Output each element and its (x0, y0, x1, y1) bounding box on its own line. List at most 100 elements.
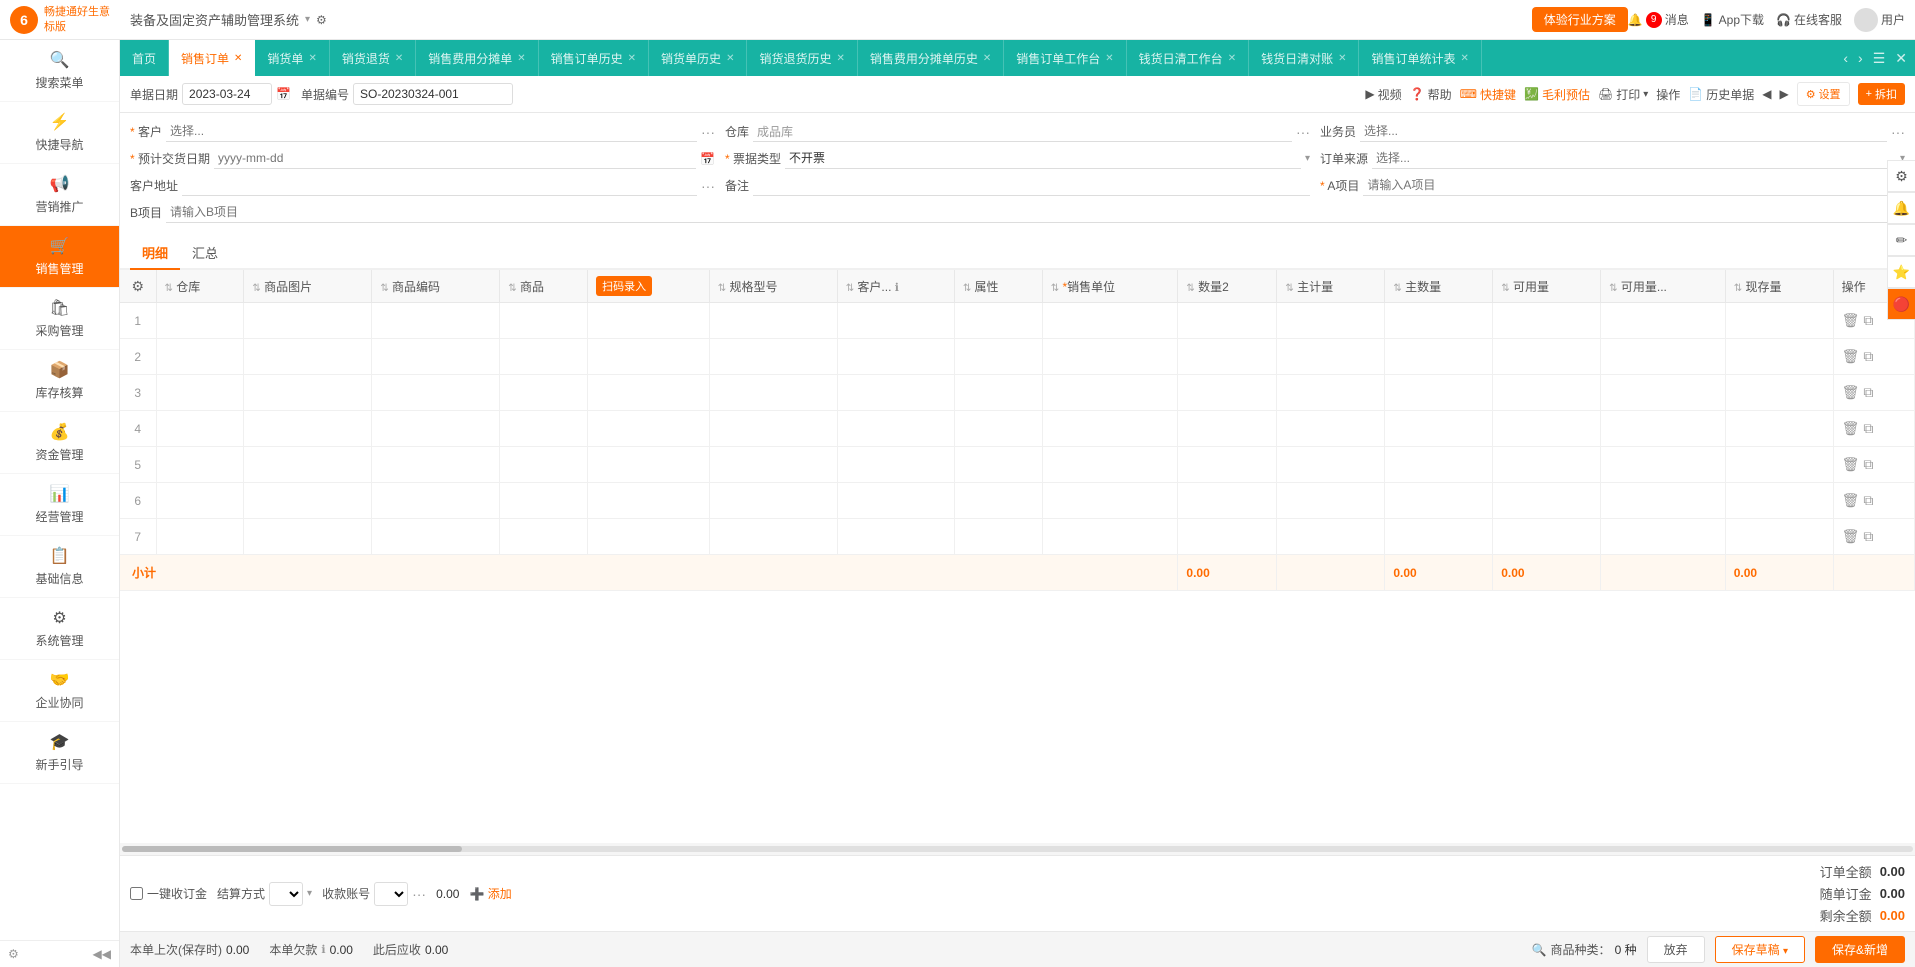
row-product-7[interactable] (500, 519, 588, 555)
row-product-img-4[interactable] (244, 411, 372, 447)
row-warehouse-3[interactable] (156, 375, 244, 411)
row-product-code-3[interactable] (372, 375, 500, 411)
row-product-4[interactable] (500, 411, 588, 447)
row-spec-4[interactable] (709, 411, 837, 447)
row-main-qty-1[interactable] (1385, 303, 1493, 339)
row-product-code-7[interactable] (372, 519, 500, 555)
tab-expense-history[interactable]: 销售费用分摊单历史 ✕ (858, 40, 1004, 76)
row-qty2-4[interactable] (1178, 411, 1277, 447)
tab-daily-workbench[interactable]: 钱货日清工作台 ✕ (1127, 40, 1249, 76)
tab-home[interactable]: 首页 (120, 40, 169, 76)
profit-btn[interactable]: 💹 毛利预估 (1524, 86, 1590, 103)
address-more-btn[interactable]: ··· (701, 178, 715, 194)
row-main-unit-1[interactable] (1277, 303, 1385, 339)
sidebar-item-operations[interactable]: 📊 经营管理 (0, 474, 119, 536)
view-btn[interactable]: ▶ 视频 (1365, 86, 1401, 103)
row-attributes-2[interactable] (954, 339, 1042, 375)
row-warehouse-1[interactable] (156, 303, 244, 339)
order-source-input[interactable] (1372, 148, 1896, 169)
row-qty2-6[interactable] (1178, 483, 1277, 519)
tab-invoice-history[interactable]: 销货单历史 ✕ (649, 40, 747, 76)
row-available-qty-5[interactable] (1493, 447, 1601, 483)
row-copy-icon-2[interactable]: ⧉ (1863, 348, 1873, 365)
remarks-input[interactable] (753, 175, 1310, 196)
user-btn[interactable]: 用户 (1854, 8, 1905, 32)
sidebar-item-finance[interactable]: 💰 资金管理 (0, 412, 119, 474)
tab-close-icon[interactable]: ✕ (1461, 53, 1469, 64)
row-copy-icon-5[interactable]: ⧉ (1863, 456, 1873, 473)
sidebar-settings-icon[interactable]: ⚙ (8, 947, 19, 961)
sidebar-item-inventory[interactable]: 📦 库存核算 (0, 350, 119, 412)
row-stock-6[interactable] (1725, 483, 1833, 519)
row-warehouse-4[interactable] (156, 411, 244, 447)
tab-close-all-btn[interactable]: ✕ (1891, 50, 1911, 67)
sidebar-item-search[interactable]: 🔍 搜索菜单 (0, 40, 119, 102)
row-copy-icon-3[interactable]: ⧉ (1863, 384, 1873, 401)
row-warehouse-7[interactable] (156, 519, 244, 555)
row-product-img-3[interactable] (244, 375, 372, 411)
sidebar-item-quick[interactable]: ⚡ 快捷导航 (0, 102, 119, 164)
row-qty2-3[interactable] (1178, 375, 1277, 411)
row-attributes-5[interactable] (954, 447, 1042, 483)
invoice-type-select[interactable]: 不开票 (785, 148, 1301, 169)
row-attributes-4[interactable] (954, 411, 1042, 447)
tab-close-icon[interactable]: ✕ (1228, 53, 1236, 64)
tab-close-icon[interactable]: ✕ (395, 53, 403, 64)
row-main-qty-3[interactable] (1385, 375, 1493, 411)
row-product-img-5[interactable] (244, 447, 372, 483)
row-qty2-2[interactable] (1178, 339, 1277, 375)
horizontal-scrollbar[interactable] (120, 843, 1915, 855)
warehouse-input[interactable] (753, 121, 1292, 142)
tab-next-btn[interactable]: › (1854, 50, 1867, 66)
row-qty2-1[interactable] (1178, 303, 1277, 339)
row-attributes-3[interactable] (954, 375, 1042, 411)
float-btn-4[interactable]: ⭐ (1887, 256, 1915, 288)
row-scan-7[interactable] (588, 519, 710, 555)
row-main-unit-6[interactable] (1277, 483, 1385, 519)
b-project-input[interactable] (166, 202, 1905, 223)
row-main-unit-2[interactable] (1277, 339, 1385, 375)
row-available2-2[interactable] (1601, 339, 1726, 375)
tab-prev-btn[interactable]: ‹ (1839, 50, 1852, 66)
row-warehouse-6[interactable] (156, 483, 244, 519)
industry-btn[interactable]: 体验行业方案 (1532, 7, 1628, 32)
row-product-img-1[interactable] (244, 303, 372, 339)
customer-input[interactable] (166, 121, 697, 142)
add-column-btn[interactable]: +拆扣 (1858, 83, 1905, 105)
row-product-code-1[interactable] (372, 303, 500, 339)
row-available2-1[interactable] (1601, 303, 1726, 339)
one-click-deposit-checkbox[interactable] (130, 887, 143, 900)
history-btn[interactable]: 📄 历史单据 (1688, 86, 1754, 103)
row-customer-order-6[interactable] (837, 483, 954, 519)
tab-close-icon[interactable]: ✕ (517, 53, 525, 64)
row-warehouse-5[interactable] (156, 447, 244, 483)
row-main-unit-7[interactable] (1277, 519, 1385, 555)
row-delete-icon-1[interactable]: 🗑 (1842, 312, 1860, 329)
row-stock-2[interactable] (1725, 339, 1833, 375)
tab-sales-stat[interactable]: 销售订单统计表 ✕ (1359, 40, 1481, 76)
tab-close-icon[interactable]: ✕ (1338, 53, 1346, 64)
row-customer-order-2[interactable] (837, 339, 954, 375)
tab-close-icon[interactable]: ✕ (308, 53, 316, 64)
tab-close-icon[interactable]: ✕ (983, 53, 991, 64)
message-btn[interactable]: 🔔 9 消息 (1628, 11, 1689, 28)
row-available-qty-2[interactable] (1493, 339, 1601, 375)
scan-input-btn[interactable]: 扫码录入 (596, 276, 652, 296)
row-spec-1[interactable] (709, 303, 837, 339)
warehouse-more-btn[interactable]: ··· (1296, 124, 1310, 140)
row-available2-6[interactable] (1601, 483, 1726, 519)
shortcut-btn[interactable]: ⌨ 快捷键 (1460, 86, 1516, 103)
row-product-img-7[interactable] (244, 519, 372, 555)
row-stock-7[interactable] (1725, 519, 1833, 555)
tab-list-btn[interactable]: ☰ (1869, 50, 1890, 67)
row-main-unit-3[interactable] (1277, 375, 1385, 411)
tab-detail[interactable]: 明细 (130, 237, 180, 270)
table-settings-icon[interactable]: ⚙ (131, 278, 144, 294)
row-attributes-7[interactable] (954, 519, 1042, 555)
sidebar-item-guide[interactable]: 🎓 新手引导 (0, 722, 119, 784)
row-available2-7[interactable] (1601, 519, 1726, 555)
row-scan-4[interactable] (588, 411, 710, 447)
online-service-btn[interactable]: 🎧 在线客服 (1776, 11, 1842, 28)
tab-sales-order-history[interactable]: 销售订单历史 ✕ (539, 40, 649, 76)
tab-sales-order[interactable]: 销售订单 ✕ (169, 40, 255, 76)
